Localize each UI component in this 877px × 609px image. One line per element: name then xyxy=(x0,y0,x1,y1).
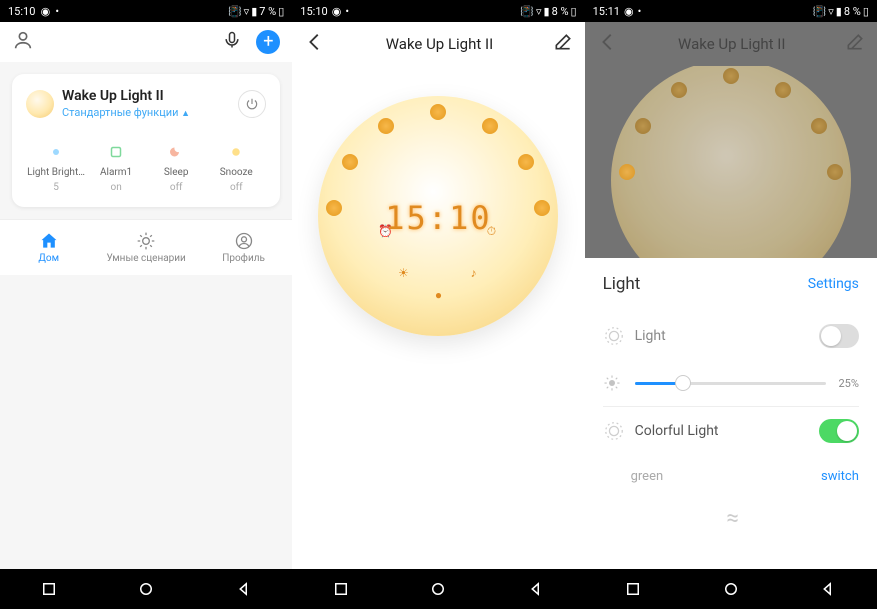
location-icon: ◉ xyxy=(39,5,51,17)
light-icon xyxy=(603,325,625,347)
android-nav xyxy=(0,569,292,609)
device-icon xyxy=(26,90,54,118)
edit-button[interactable] xyxy=(845,32,865,56)
status-time: 15:10 xyxy=(8,5,35,18)
colorful-toggle[interactable] xyxy=(819,419,859,443)
light-row: Light xyxy=(603,312,859,360)
settings-link[interactable]: Settings xyxy=(808,276,859,292)
nav-recent[interactable] xyxy=(40,580,58,598)
stat-snooze[interactable]: Snooze off xyxy=(206,143,266,193)
android-nav xyxy=(292,569,584,609)
color-label: green xyxy=(603,469,664,484)
battery-pct: 7 % xyxy=(259,5,276,18)
expand-handle[interactable]: ≈ xyxy=(603,498,859,539)
add-button[interactable]: + xyxy=(256,30,280,54)
nav-home[interactable] xyxy=(722,580,740,598)
battery-icon: ▯ xyxy=(278,5,284,18)
status-bar: 15:11◉• 📳▿▮8 %▯ xyxy=(585,0,877,22)
nav-back[interactable] xyxy=(527,580,545,598)
brightness-slider-row: 25% xyxy=(603,360,859,406)
back-button[interactable] xyxy=(304,31,326,57)
tab-scenes[interactable]: Умные сценарии xyxy=(97,220,194,275)
device-card[interactable]: Wake Up Light II Стандартные функции ▲ L… xyxy=(12,74,280,207)
mic-icon[interactable] xyxy=(222,30,242,54)
panel-title: Light xyxy=(603,274,641,294)
device-image: ⏰ ⏱ 15:10 ☀ ♪ ● xyxy=(318,96,558,336)
page-title: Wake Up Light II xyxy=(619,35,845,53)
stat-alarm1[interactable]: Alarm1 on xyxy=(86,143,146,193)
device-functions-link[interactable]: Стандартные функции ▲ xyxy=(62,106,190,119)
nav-back[interactable] xyxy=(819,580,837,598)
light-panel: Light Settings Light 25% Colorful Light … xyxy=(585,258,877,549)
tab-home[interactable]: Дом xyxy=(0,220,97,275)
switch-link[interactable]: switch xyxy=(821,469,859,484)
device-title: Wake Up Light II xyxy=(62,88,190,104)
colorful-icon xyxy=(603,420,625,442)
top-bar: + xyxy=(0,22,292,62)
user-icon[interactable] xyxy=(12,29,34,55)
stat-brightness[interactable]: Light Bright… 5 xyxy=(26,143,86,193)
power-button[interactable] xyxy=(238,90,266,118)
edit-button[interactable] xyxy=(553,32,573,56)
brightness-value: 25% xyxy=(838,377,858,390)
back-button[interactable] xyxy=(597,31,619,57)
light-toggle[interactable] xyxy=(819,324,859,348)
brightness-icon xyxy=(603,374,621,392)
brightness-slider[interactable] xyxy=(635,382,827,385)
nav-home[interactable] xyxy=(429,580,447,598)
nav-back[interactable] xyxy=(235,580,253,598)
android-nav xyxy=(585,569,877,609)
app-bar: Wake Up Light II xyxy=(585,22,877,66)
status-bar: 15:10◉• 📳▿▮8 %▯ xyxy=(292,0,584,22)
nav-home[interactable] xyxy=(137,580,155,598)
vibrate-icon: 📳 xyxy=(228,5,242,18)
app-bar: Wake Up Light II xyxy=(292,22,584,66)
page-title: Wake Up Light II xyxy=(326,35,552,53)
bottom-nav: Дом Умные сценарии Профиль xyxy=(0,219,292,275)
device-image-dim xyxy=(611,66,851,258)
status-bar: 15:10◉• 📳▿▮7 %▯ xyxy=(0,0,292,22)
tab-profile[interactable]: Профиль xyxy=(195,220,292,275)
nav-recent[interactable] xyxy=(624,580,642,598)
colorful-row: Colorful Light xyxy=(603,407,859,455)
nav-recent[interactable] xyxy=(332,580,350,598)
clock-display: 15:10 xyxy=(385,199,491,237)
wifi-icon: ▿ xyxy=(244,5,250,18)
signal-icon: ▮ xyxy=(251,5,257,18)
stat-sleep[interactable]: Sleep off xyxy=(146,143,206,193)
